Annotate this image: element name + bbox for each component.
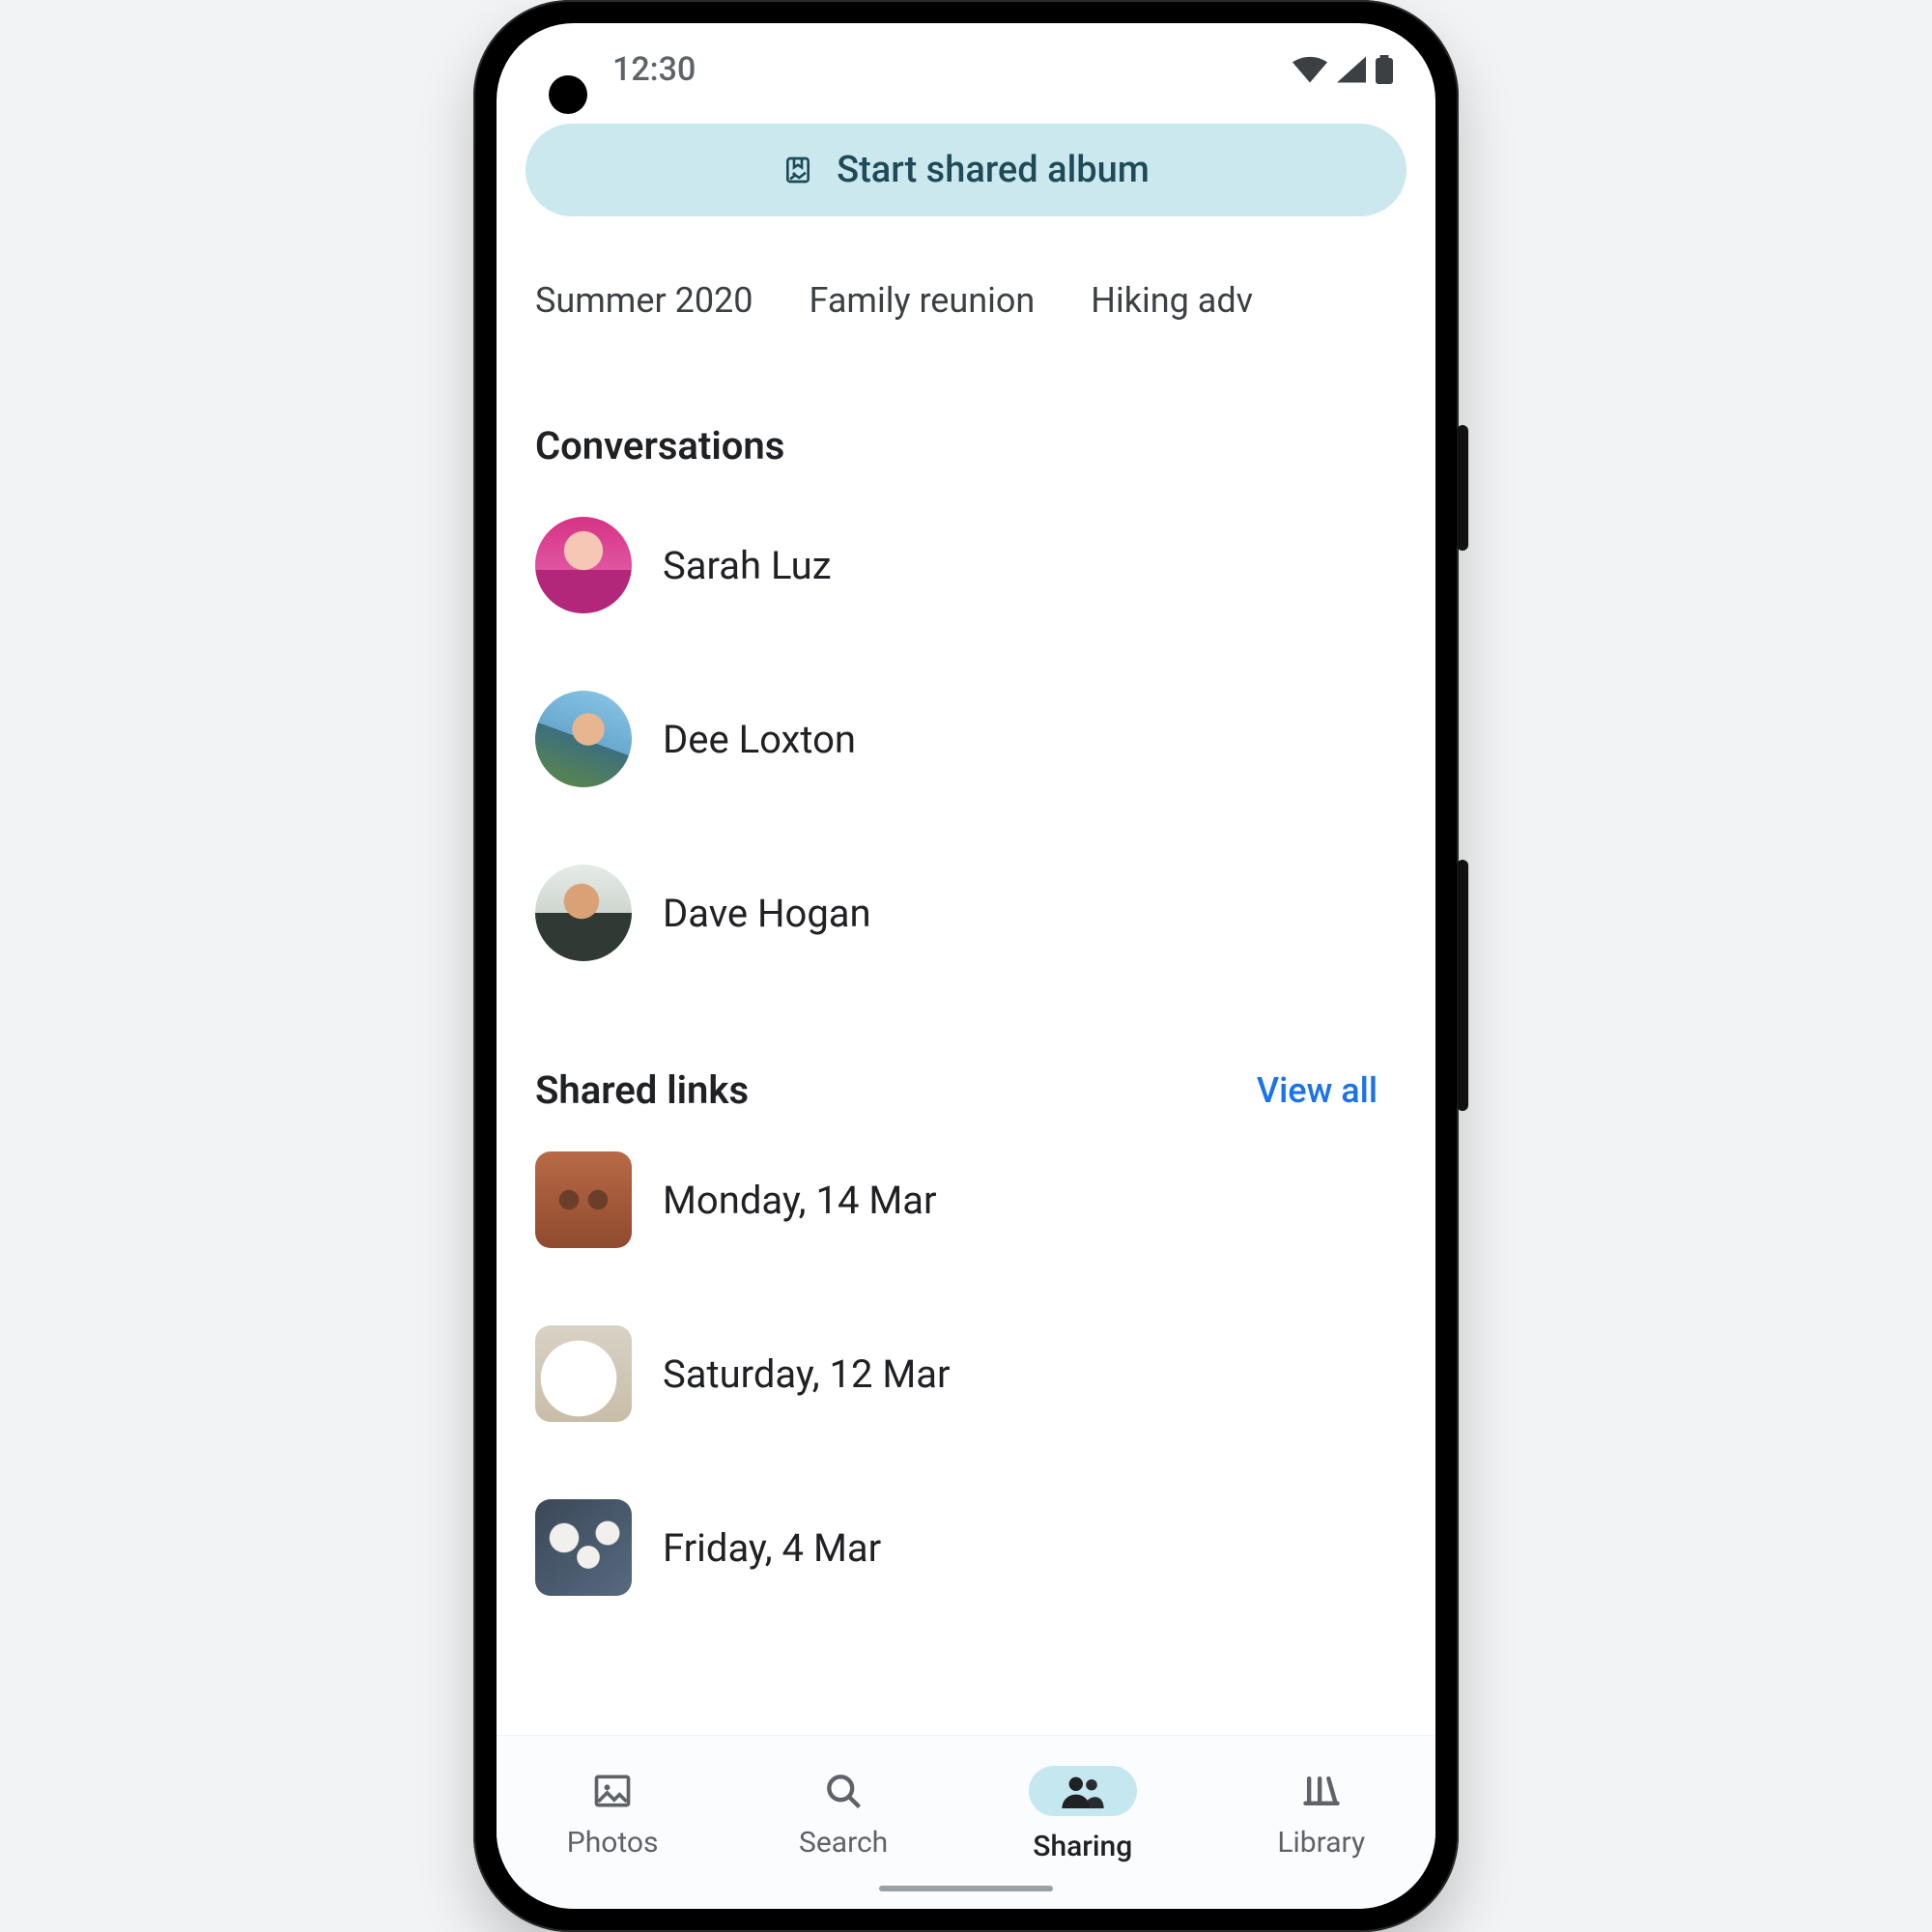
conversations-heading: Conversations — [497, 327, 1435, 478]
view-all-link[interactable]: View all — [1257, 1070, 1378, 1111]
nav-search[interactable]: Search — [799, 1770, 888, 1860]
bookmark-album-icon — [782, 155, 813, 185]
library-icon — [1300, 1770, 1343, 1812]
conversation-row[interactable]: Dave Hogan — [535, 826, 1397, 1000]
shared-link-label: Monday, 14 Mar — [663, 1178, 937, 1223]
nav-label: Sharing — [1033, 1830, 1132, 1863]
shared-link-label: Friday, 4 Mar — [663, 1525, 881, 1571]
home-indicator[interactable] — [879, 1886, 1053, 1891]
shared-links-list: Monday, 14 Mar Saturday, 12 Mar Friday, … — [497, 1113, 1435, 1634]
bottom-nav: Photos Search — [497, 1735, 1435, 1909]
people-icon — [1062, 1774, 1104, 1808]
conversation-name: Dee Loxton — [663, 717, 856, 762]
conversation-name: Sarah Luz — [663, 543, 832, 588]
nav-label: Search — [799, 1826, 888, 1860]
conversation-name: Dave Hogan — [663, 891, 871, 936]
front-camera — [549, 75, 587, 114]
nav-photos[interactable]: Photos — [567, 1770, 659, 1860]
thumbnail — [535, 1151, 632, 1248]
avatar — [535, 517, 632, 613]
conversations-list: Sarah Luz Dee Loxton Dave Hogan — [497, 478, 1435, 1000]
nav-label: Photos — [567, 1826, 659, 1860]
shared-link-row[interactable]: Monday, 14 Mar — [535, 1113, 1397, 1287]
chip-summer-2020[interactable]: Summer 2020 — [526, 274, 763, 327]
nav-sharing[interactable]: Sharing — [1029, 1766, 1137, 1863]
nav-library[interactable]: Library — [1277, 1770, 1365, 1860]
conversation-row[interactable]: Dee Loxton — [535, 652, 1397, 826]
phone-frame: 12:30 Start shared album — [473, 0, 1459, 1932]
avatar — [535, 865, 632, 961]
thumbnail — [535, 1499, 632, 1596]
chip-hiking-adv[interactable]: Hiking adv — [1081, 274, 1263, 327]
shared-link-label: Saturday, 12 Mar — [663, 1351, 951, 1397]
status-icons — [1293, 55, 1393, 84]
shared-link-row[interactable]: Saturday, 12 Mar — [535, 1287, 1397, 1461]
conversation-row[interactable]: Sarah Luz — [535, 478, 1397, 652]
album-chips-row[interactable]: Summer 2020 Family reunion Hiking adv — [497, 216, 1435, 327]
status-bar: 12:30 — [497, 23, 1435, 116]
avatar — [535, 691, 632, 787]
shared-links-heading: Shared links — [535, 1067, 749, 1113]
cellular-icon — [1337, 56, 1366, 83]
wifi-icon — [1293, 56, 1327, 83]
volume-button — [1457, 860, 1468, 1111]
battery-icon — [1376, 55, 1393, 84]
power-button — [1457, 425, 1468, 551]
start-shared-album-label: Start shared album — [837, 149, 1150, 191]
nav-label: Library — [1277, 1826, 1365, 1860]
thumbnail — [535, 1325, 632, 1422]
search-icon — [822, 1770, 865, 1812]
shared-link-row[interactable]: Friday, 4 Mar — [535, 1461, 1397, 1634]
photo-icon — [591, 1770, 634, 1812]
status-time: 12:30 — [612, 50, 696, 89]
start-shared-album-button[interactable]: Start shared album — [526, 124, 1406, 216]
screen: 12:30 Start shared album — [497, 23, 1435, 1909]
chip-family-reunion[interactable]: Family reunion — [800, 274, 1045, 327]
